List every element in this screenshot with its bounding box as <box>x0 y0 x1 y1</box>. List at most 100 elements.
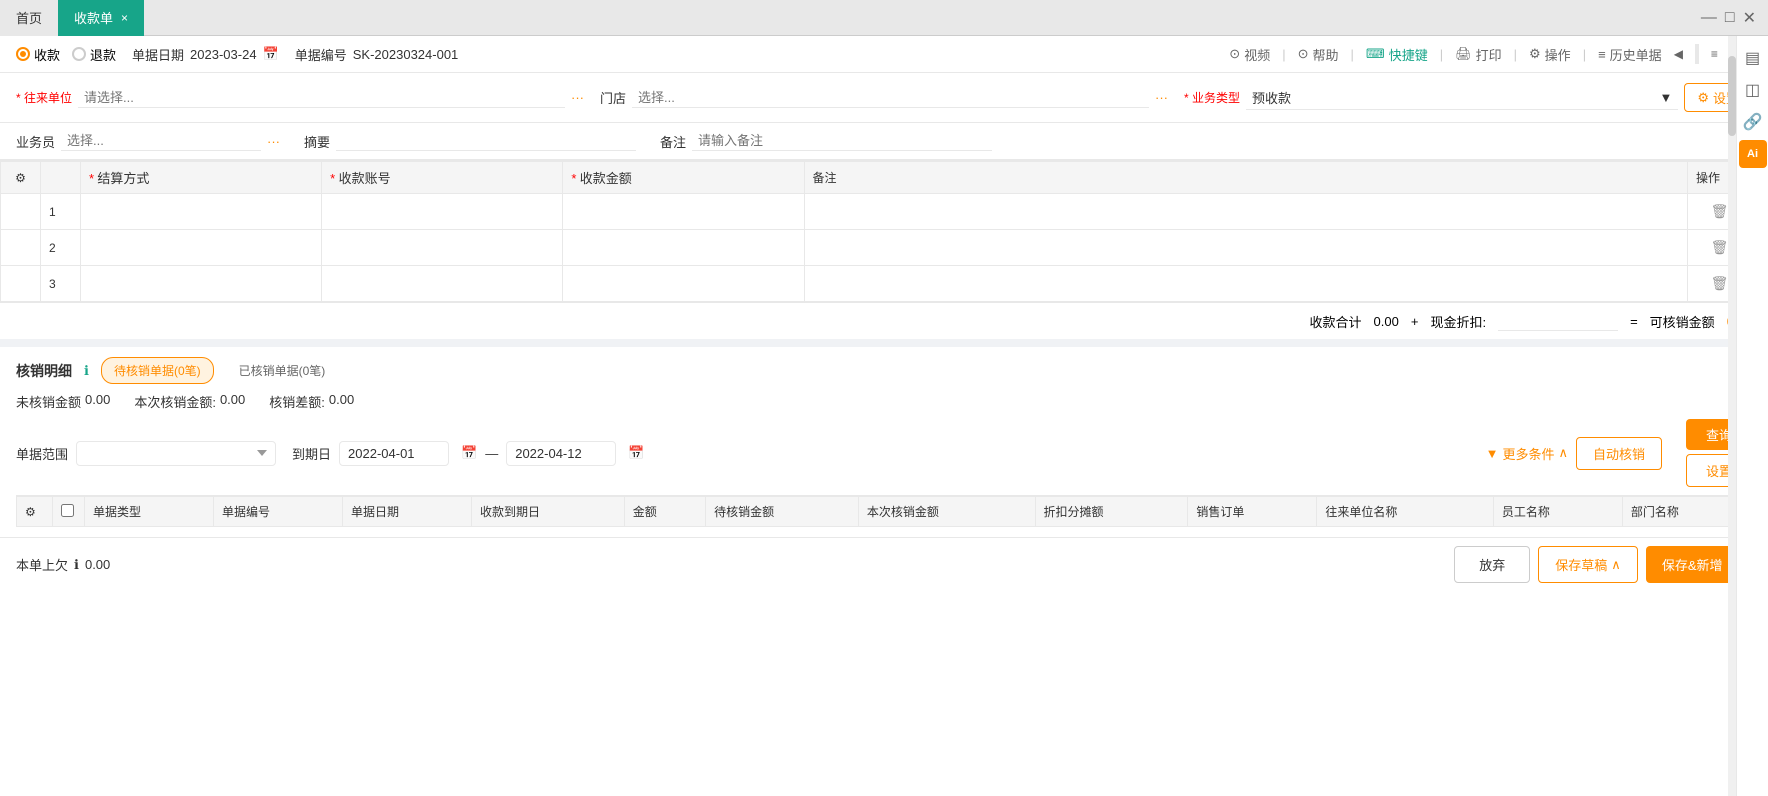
date-value: 2023-03-24 <box>190 47 257 62</box>
td-amount-1[interactable] <box>563 194 804 230</box>
receipt-table: ⚙ * 结算方式 * 收款账号 * 收款金额 <box>0 160 1768 302</box>
save-draft-chevron: ∧ <box>1611 557 1621 573</box>
td-account-3[interactable] <box>322 266 563 302</box>
td-remark-3[interactable] <box>804 266 1688 302</box>
number-value: SK-20230324-001 <box>353 47 459 62</box>
summary-row: 收款合计 0.00 + 现金折扣: = 可核销金额 0.00 <box>0 302 1768 339</box>
delete-icon-1[interactable]: 🗑 <box>1711 203 1729 220</box>
th-check[interactable] <box>53 497 85 527</box>
partner-more-icon[interactable]: ··· <box>571 90 584 105</box>
td-settle-2[interactable] <box>81 230 322 266</box>
save-draft-button[interactable]: 保存草稿 ∧ <box>1538 546 1638 583</box>
th-due: 收款到期日 <box>471 497 624 527</box>
date-from-cal-icon[interactable]: 📅 <box>461 445 477 461</box>
td-amount-3[interactable] <box>563 266 804 302</box>
sales-input[interactable] <box>61 131 261 151</box>
settings-icon: ⚙ <box>1697 90 1709 106</box>
due-date-label: 到期日 <box>292 444 331 463</box>
date-from-input[interactable] <box>339 441 449 466</box>
td-account-1[interactable] <box>322 194 563 230</box>
btn-video[interactable]: ⊙ 视频 <box>1229 45 1270 64</box>
save-new-label: 保存&新增 <box>1662 555 1723 574</box>
hx-filter-right: ▼ 更多条件 ∧ 自动核销 <box>1486 437 1662 470</box>
sales-more-icon[interactable]: ··· <box>267 134 280 149</box>
number-label: 单据编号 <box>295 45 347 64</box>
sidebar-icon-1[interactable]: ▤ <box>1739 44 1767 72</box>
btn-list-view[interactable]: ≡ <box>1711 47 1718 61</box>
abandon-button[interactable]: 放弃 <box>1454 546 1530 583</box>
store-label: 门店 <box>600 88 626 107</box>
scrollbar-thumb[interactable] <box>1728 56 1736 136</box>
receipt-type-group: 收款 退款 <box>16 45 116 64</box>
btn-operate[interactable]: ⚙ 操作 <box>1529 45 1571 64</box>
store-input[interactable] <box>632 88 1149 108</box>
td-settle-1[interactable] <box>81 194 322 230</box>
tab-close-icon[interactable]: × <box>121 11 128 25</box>
tab-active[interactable]: 收款单 × <box>58 0 144 36</box>
store-more-icon[interactable]: ··· <box>1155 90 1168 105</box>
hx-info-icon[interactable]: ℹ <box>84 363 89 379</box>
partner-field: 往来单位 ··· <box>16 83 584 112</box>
total-label: 收款合计 <box>1310 312 1362 331</box>
td-remark-1[interactable] <box>804 194 1688 230</box>
biz-type-chevron: ▼ <box>1659 90 1672 105</box>
remark-input[interactable] <box>692 131 992 151</box>
range-select[interactable] <box>76 441 276 466</box>
sidebar-icon-2[interactable]: ◫ <box>1739 76 1767 104</box>
td-gear-1 <box>1 194 41 230</box>
hx-tab-pending[interactable]: 待核销单据(0笔) <box>101 357 214 384</box>
more-conditions-link[interactable]: ▼ 更多条件 ∧ <box>1486 444 1568 463</box>
biz-type-value: 预收款 <box>1252 88 1291 107</box>
win-min-btn[interactable]: — <box>1701 9 1717 27</box>
remark-field: 备注 <box>660 131 992 151</box>
operate-icon: ⚙ <box>1529 46 1541 62</box>
biz-type-label: 业务类型 <box>1184 89 1240 106</box>
td-amount-2[interactable] <box>563 230 804 266</box>
th-no <box>41 162 81 194</box>
calendar-icon[interactable]: 📅 <box>263 46 279 62</box>
auto-hx-button[interactable]: 自动核销 <box>1576 437 1662 470</box>
this-time-value: 0.00 <box>220 392 245 411</box>
sales-field: 业务员 ··· <box>16 131 280 151</box>
biz-type-select[interactable]: 预收款 ▼ <box>1246 86 1678 110</box>
toolbar-row: 收款 退款 单据日期 2023-03-24 📅 单据编号 SK-20230324… <box>0 36 1768 73</box>
th-gear[interactable]: ⚙ <box>1 162 41 194</box>
td-settle-3[interactable] <box>81 266 322 302</box>
unchecked-value: 0.00 <box>85 392 110 411</box>
hx-stats: 未核销金额 0.00 本次核销金额: 0.00 核销差额: 0.00 <box>16 392 1752 411</box>
radio-refund-dot <box>72 47 86 61</box>
check-all[interactable] <box>61 504 74 517</box>
footer-info-icon[interactable]: ℹ <box>74 557 79 573</box>
win-restore-btn[interactable]: □ <box>1725 9 1735 27</box>
btn-print[interactable]: 🖨 打印 <box>1455 45 1502 64</box>
footer-right: 放弃 保存草稿 ∧ 保存&新增 ∧ <box>1454 546 1752 583</box>
tab-home[interactable]: 首页 <box>0 0 58 36</box>
sidebar-icon-4[interactable]: Ai <box>1739 140 1767 168</box>
sidebar-icon-3[interactable]: 🔗 <box>1739 108 1767 136</box>
btn-nav-left[interactable]: ◀ <box>1674 47 1683 61</box>
hx-tab-done[interactable]: 已核销单据(0笔) <box>226 357 339 384</box>
td-remark-2[interactable] <box>804 230 1688 266</box>
footer-label: 本单上欠 <box>16 555 68 574</box>
win-close-btn[interactable]: ✕ <box>1743 8 1756 28</box>
delete-icon-2[interactable]: 🗑 <box>1711 239 1729 256</box>
total-value: 0.00 <box>1374 314 1399 329</box>
radio-refund[interactable]: 退款 <box>72 45 116 64</box>
partner-input[interactable] <box>78 88 565 108</box>
td-account-2[interactable] <box>322 230 563 266</box>
hx-filter-row: 单据范围 到期日 📅 — 📅 ▼ 更多条件 ∧ 自动核销 <box>16 419 1752 487</box>
date-to-input[interactable] <box>506 441 616 466</box>
date-to-cal-icon[interactable]: 📅 <box>628 445 644 461</box>
btn-history[interactable]: ≡ 历史单据 <box>1598 45 1662 64</box>
th-gear-hx[interactable]: ⚙ <box>17 497 53 527</box>
btn-help[interactable]: ⊙ 帮助 <box>1298 45 1339 64</box>
discount-input[interactable] <box>1498 311 1618 331</box>
delete-icon-3[interactable]: 🗑 <box>1711 275 1729 292</box>
hx-data-table: ⚙ 单据类型 单据编号 单据日期 收款到期日 金额 待核销金额 本次核销金额 折… <box>16 496 1752 527</box>
abstract-input[interactable] <box>336 131 636 151</box>
btn-shortcut[interactable]: ⌨ 快捷键 <box>1366 45 1428 64</box>
range-filter: 单据范围 <box>16 441 276 466</box>
td-gear-2 <box>1 230 41 266</box>
radio-receive[interactable]: 收款 <box>16 45 60 64</box>
window-controls: — □ ✕ <box>1701 8 1768 28</box>
